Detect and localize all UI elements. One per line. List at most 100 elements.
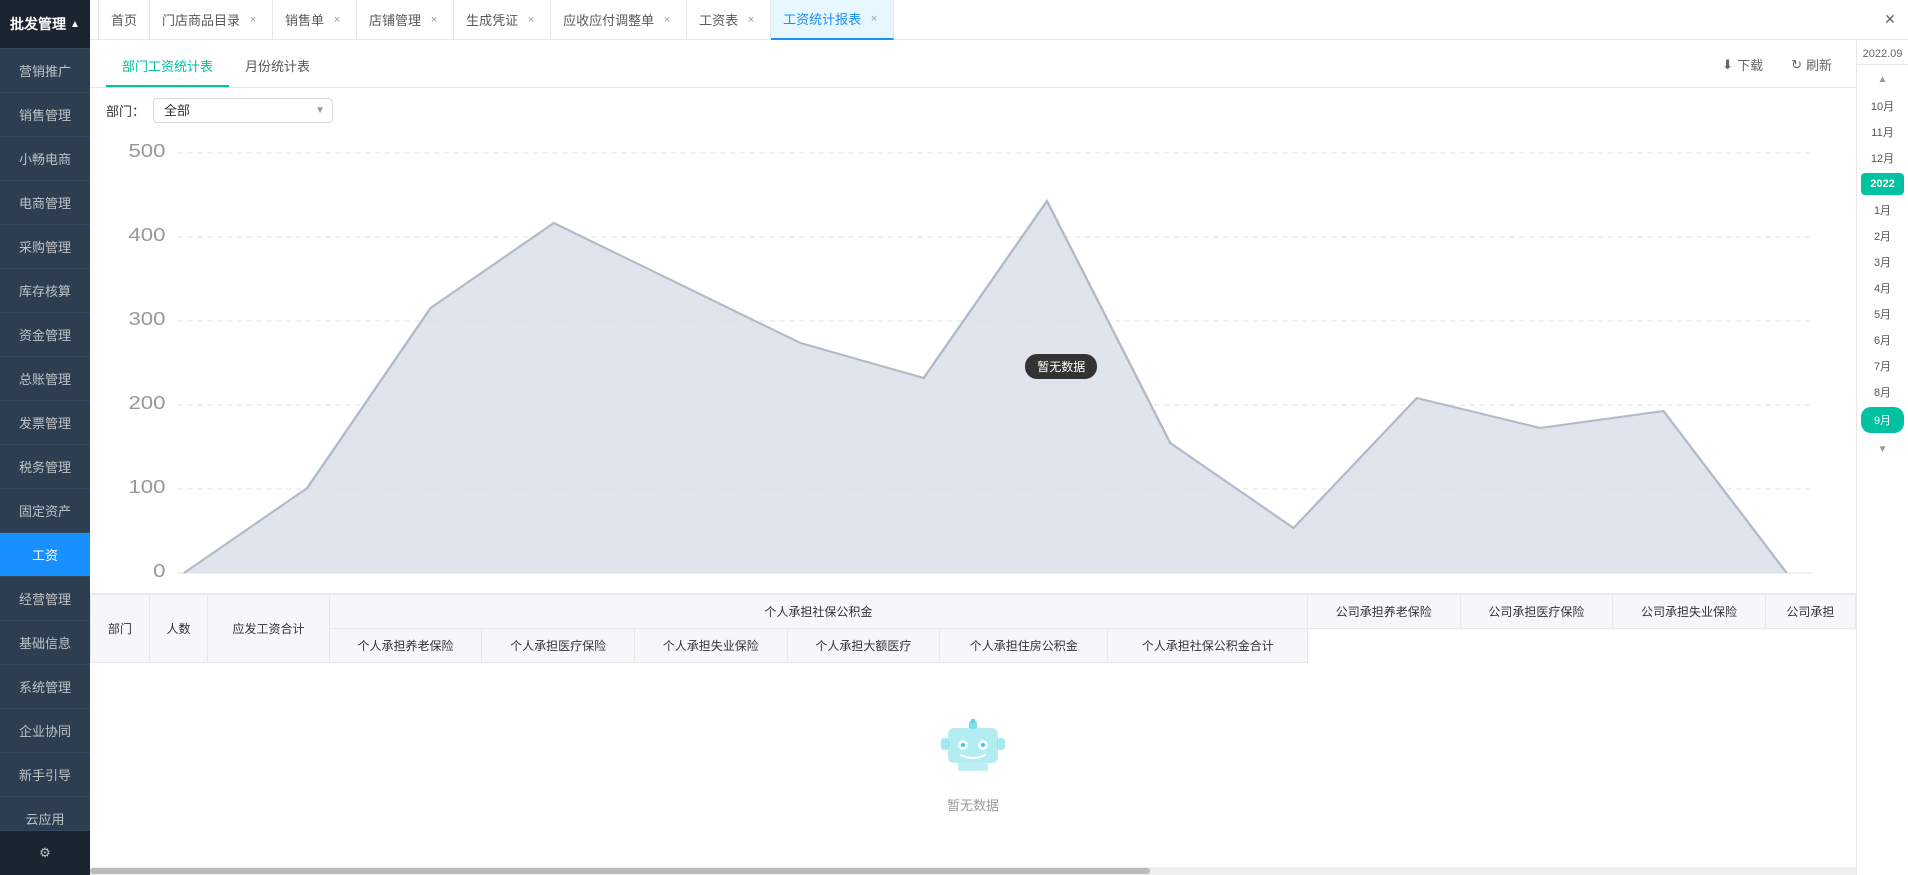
tab-store-mgmt[interactable]: 店铺管理 × — [357, 0, 454, 40]
time-up-button[interactable]: ▲ — [1871, 67, 1895, 91]
time-item-sep[interactable]: 9月 — [1861, 407, 1904, 433]
sidebar-title: 批发管理 — [10, 14, 66, 34]
col-personal-total: 个人承担社保公积金合计 — [1108, 629, 1308, 663]
horizontal-scrollbar[interactable] — [90, 867, 1856, 875]
col-company-unemployment: 公司承担失业保险 — [1613, 595, 1766, 629]
tab-payroll-close[interactable]: × — [744, 13, 758, 27]
toolbar-left: 部门： 全部 ▼ — [106, 98, 333, 123]
sidebar-item-sales[interactable]: 销售管理 — [0, 93, 90, 137]
col-group-personal: 个人承担社保公积金 — [329, 595, 1307, 629]
time-item-aug[interactable]: 8月 — [1857, 379, 1908, 405]
refresh-icon: ↻ — [1791, 57, 1802, 73]
tab-all-close-button[interactable]: ✕ — [1880, 10, 1900, 30]
svg-text:200: 200 — [128, 394, 165, 414]
tab-home[interactable]: 首页 — [98, 0, 150, 40]
tab-payroll[interactable]: 工资表 × — [687, 0, 771, 40]
sidebar-item-marketing[interactable]: 营销推广 — [0, 49, 90, 93]
sub-tab-bar: 部门工资统计表 月份统计表 ⬇ 下载 ↻ 刷新 — [90, 40, 1856, 88]
no-data-label: 暂无数据 — [947, 795, 999, 814]
time-item-may[interactable]: 5月 — [1857, 301, 1908, 327]
tab-store-catalog-close[interactable]: × — [246, 13, 260, 27]
scrollbar-thumb[interactable] — [90, 868, 1150, 874]
sidebar-item-guide[interactable]: 新手引导 — [0, 753, 90, 797]
col-company-medical: 公司承担医疗保险 — [1460, 595, 1613, 629]
sidebar-settings[interactable]: ⚙ — [0, 830, 90, 875]
content-area: 部门工资统计表 月份统计表 ⬇ 下载 ↻ 刷新 — [90, 40, 1908, 875]
time-item-nov[interactable]: 11月 — [1857, 119, 1908, 145]
time-item-oct[interactable]: 10月 — [1857, 93, 1908, 119]
sidebar-item-management[interactable]: 经营管理 — [0, 577, 90, 621]
tab-adjustment[interactable]: 应收应付调整单 × — [551, 0, 687, 40]
tab-payroll-report[interactable]: 工资统计报表 × — [771, 0, 894, 40]
refresh-label: 刷新 — [1806, 55, 1832, 74]
sidebar-item-assets[interactable]: 固定资产 — [0, 489, 90, 533]
refresh-button[interactable]: ↻ 刷新 — [1783, 51, 1840, 78]
sidebar-item-tax[interactable]: 税务管理 — [0, 445, 90, 489]
svg-text:100: 100 — [128, 478, 165, 498]
svg-text:500: 500 — [128, 143, 165, 161]
time-year-2022[interactable]: 2022 — [1861, 173, 1904, 195]
sidebar-item-inventory[interactable]: 库存核算 — [0, 269, 90, 313]
no-data-state: 暂无数据 — [90, 663, 1856, 854]
sidebar-item-finance[interactable]: 资金管理 — [0, 313, 90, 357]
page-content: 部门工资统计表 月份统计表 ⬇ 下载 ↻ 刷新 — [90, 40, 1856, 875]
sidebar-item-cloud[interactable]: 云应用 — [0, 797, 90, 830]
sidebar-item-invoice[interactable]: 发票管理 — [0, 401, 90, 445]
tab-sales-close[interactable]: × — [330, 13, 344, 27]
sidebar-item-purchase[interactable]: 采购管理 — [0, 225, 90, 269]
tab-voucher[interactable]: 生成凭证 × — [454, 0, 551, 40]
dept-label: 部门： — [106, 101, 145, 120]
tab-payroll-report-label: 工资统计报表 — [783, 9, 861, 28]
tab-bar: 首页 门店商品目录 × 销售单 × 店铺管理 × 生成凭证 × 应收应付调整单 … — [90, 0, 1908, 40]
sidebar-collapse-icon[interactable]: ▲ — [70, 19, 80, 30]
toolbar: 部门： 全部 ▼ — [90, 88, 1856, 133]
download-button[interactable]: ⬇ 下载 — [1714, 51, 1771, 78]
sidebar-item-system[interactable]: 系统管理 — [0, 665, 90, 709]
dept-select-wrapper: 全部 ▼ — [153, 98, 333, 123]
gear-icon: ⚙ — [39, 845, 51, 860]
tab-store-mgmt-close[interactable]: × — [427, 13, 441, 27]
sub-tab-dept-stats-label: 部门工资统计表 — [122, 59, 213, 74]
time-down-button[interactable]: ▼ — [1871, 437, 1895, 461]
sidebar-item-ecommerce-small[interactable]: 小畅电商 — [0, 137, 90, 181]
sub-tab-month-stats-label: 月份统计表 — [245, 59, 310, 74]
svg-text:0: 0 — [153, 562, 165, 582]
svg-text:400: 400 — [128, 226, 165, 246]
sidebar-item-ledger[interactable]: 总账管理 — [0, 357, 90, 401]
sidebar-nav: 营销推广 销售管理 小畅电商 电商管理 采购管理 库存核算 资金管理 总账管理 … — [0, 49, 90, 830]
svg-text:300: 300 — [128, 310, 165, 330]
tab-sales-label: 销售单 — [285, 10, 324, 29]
time-item-feb[interactable]: 2月 — [1857, 223, 1908, 249]
tab-adjustment-label: 应收应付调整单 — [563, 10, 654, 29]
chart-svg: 0 100 200 300 400 500 — [110, 143, 1836, 583]
sidebar: 批发管理 ▲ 营销推广 销售管理 小畅电商 电商管理 采购管理 库存核算 资金管… — [0, 0, 90, 875]
col-company-pension: 公司承担养老保险 — [1308, 595, 1461, 629]
time-item-dec[interactable]: 12月 — [1857, 145, 1908, 171]
sub-tab-dept-stats[interactable]: 部门工资统计表 — [106, 50, 229, 87]
tab-payroll-report-close[interactable]: × — [867, 12, 881, 26]
time-item-jun[interactable]: 6月 — [1857, 327, 1908, 353]
time-item-jul[interactable]: 7月 — [1857, 353, 1908, 379]
sidebar-item-enterprise[interactable]: 企业协同 — [0, 709, 90, 753]
sidebar-item-basic[interactable]: 基础信息 — [0, 621, 90, 665]
tab-bar-actions: ✕ — [1880, 10, 1900, 30]
tab-adjustment-close[interactable]: × — [660, 13, 674, 27]
tab-store-catalog-label: 门店商品目录 — [162, 10, 240, 29]
table-section: 部门 人数 应发工资合计 个人承担社保公积金 公司承担养老保险 公司承担医疗保险… — [90, 593, 1856, 867]
tab-home-label: 首页 — [111, 10, 137, 29]
sidebar-item-ecommerce[interactable]: 电商管理 — [0, 181, 90, 225]
download-label: 下载 — [1737, 55, 1763, 74]
tab-voucher-label: 生成凭证 — [466, 10, 518, 29]
time-item-apr[interactable]: 4月 — [1857, 275, 1908, 301]
tab-payroll-label: 工资表 — [699, 10, 738, 29]
chart-area: 0 100 200 300 400 500 暂无数据 — [90, 133, 1856, 593]
sub-tab-month-stats[interactable]: 月份统计表 — [229, 50, 326, 87]
dept-select[interactable]: 全部 — [153, 98, 333, 123]
tab-sales[interactable]: 销售单 × — [273, 0, 357, 40]
sidebar-item-payroll[interactable]: 工资 — [0, 533, 90, 577]
tab-store-catalog[interactable]: 门店商品目录 × — [150, 0, 273, 40]
col-personal-medical: 个人承担医疗保险 — [482, 629, 635, 663]
time-item-mar[interactable]: 3月 — [1857, 249, 1908, 275]
tab-voucher-close[interactable]: × — [524, 13, 538, 27]
time-item-jan[interactable]: 1月 — [1857, 197, 1908, 223]
